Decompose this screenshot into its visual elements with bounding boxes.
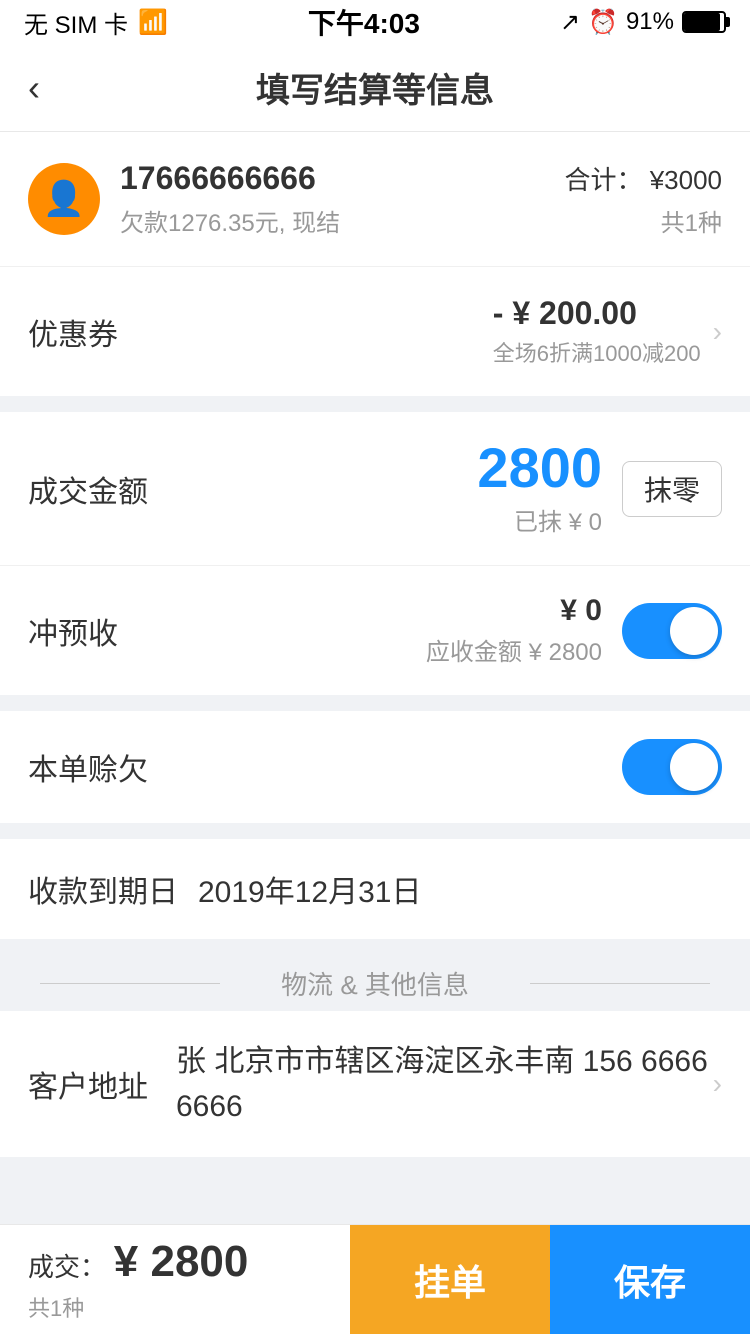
save-button[interactable]: 保存 [550, 1225, 750, 1334]
amount-info: 2800 已抹 ¥ 0 [477, 440, 602, 537]
advance-sub: 应收金额 ¥ 2800 [426, 632, 602, 667]
clock-icon: ⏰ [588, 8, 618, 37]
battery-icon [682, 11, 726, 33]
customer-card: 👤 17666666666 欠款1276.35元, 现结 合计： ¥3000 共… [0, 132, 750, 396]
total-count: 共1种 [564, 203, 722, 238]
advance-row: 冲预收 ¥ 0 应收金额 ¥ 2800 [0, 566, 750, 695]
main-content: 👤 17666666666 欠款1276.35元, 现结 合计： ¥3000 共… [0, 132, 750, 1293]
advance-right: ¥ 0 应收金额 ¥ 2800 [426, 594, 722, 667]
customer-phone: 17666666666 [120, 160, 340, 197]
due-date-value: 2019年12月31日 [198, 867, 421, 911]
amount-value: 2800 [477, 440, 602, 496]
status-time: 下午4:03 [308, 2, 420, 42]
total-amount: ¥3000 [650, 165, 722, 195]
coupon-row[interactable]: 优惠券 - ¥ 200.00 全场6折满1000减200 › [0, 266, 750, 396]
advance-label: 冲预收 [28, 609, 118, 653]
debt-label: 本单赊欠 [28, 745, 148, 789]
address-arrow-icon: › [713, 1068, 722, 1100]
coupon-amount: - ¥ 200.00 [493, 295, 701, 332]
address-label: 客户地址 [28, 1062, 148, 1106]
bottom-bar: 成交： ¥ 2800 共1种 挂单 保存 [0, 1224, 750, 1334]
avatar: 👤 [28, 163, 100, 235]
amount-right: 2800 已抹 ¥ 0 抹零 [477, 440, 722, 537]
amount-sub: 已抹 ¥ 0 [477, 502, 602, 537]
coupon-right: - ¥ 200.00 全场6折满1000减200 › [493, 295, 722, 368]
advance-value: ¥ 0 [426, 594, 602, 628]
due-date-label: 收款到期日 [28, 867, 178, 911]
advance-toggle[interactable] [622, 603, 722, 659]
bottom-deal-row: 成交： ¥ 2800 [28, 1237, 322, 1287]
coupon-arrow-icon: › [713, 316, 722, 348]
wifi-icon: 📶 [138, 8, 168, 37]
bottom-summary: 成交： ¥ 2800 共1种 [0, 1237, 350, 1323]
address-text: 张 北京市市辖区海淀区永丰南 156 6666 6666 [176, 1039, 713, 1129]
no-sim-text: 无 SIM 卡 [24, 5, 128, 40]
total-label: 合计： ¥3000 [564, 160, 722, 197]
logistics-text: 物流 & 其他信息 [265, 965, 485, 1002]
bottom-deal-label: 成交： [28, 1252, 106, 1282]
back-button[interactable]: ‹ [28, 67, 40, 109]
customer-subtext: 欠款1276.35元, 现结 [120, 203, 340, 238]
hold-button[interactable]: 挂单 [350, 1225, 550, 1334]
status-right: ↗ ⏰ 91% [560, 8, 726, 37]
customer-details: 17666666666 欠款1276.35元, 现结 [120, 160, 340, 238]
coupon-info: - ¥ 200.00 全场6折满1000减200 [493, 295, 701, 368]
amount-section: 成交金额 2800 已抹 ¥ 0 抹零 冲预收 ¥ 0 应收金额 ¥ 2800 [0, 412, 750, 695]
battery-percent: 91% [626, 8, 674, 36]
round-button[interactable]: 抹零 [622, 461, 722, 517]
address-section[interactable]: 客户地址 张 北京市市辖区海淀区永丰南 156 6666 6666 › [0, 1011, 750, 1157]
bottom-count: 共1种 [28, 1291, 322, 1323]
bottom-amount: ¥ 2800 [114, 1237, 249, 1286]
due-date-section: 收款到期日 2019年12月31日 [0, 839, 750, 939]
debt-section: 本单赊欠 [0, 711, 750, 823]
logistics-divider: 物流 & 其他信息 [0, 955, 750, 1011]
coupon-sub: 全场6折满1000减200 [493, 336, 701, 368]
coupon-label: 优惠券 [28, 310, 118, 354]
debt-toggle[interactable] [622, 739, 722, 795]
location-icon: ↗ [560, 8, 580, 37]
page-title: 填写结算等信息 [256, 63, 494, 112]
customer-info-row: 👤 17666666666 欠款1276.35元, 现结 合计： ¥3000 共… [0, 132, 750, 266]
amount-label: 成交金额 [28, 467, 148, 511]
status-bar: 无 SIM 卡 📶 下午4:03 ↗ ⏰ 91% [0, 0, 750, 44]
avatar-icon: 👤 [43, 179, 85, 219]
advance-amount-info: ¥ 0 应收金额 ¥ 2800 [426, 594, 602, 667]
status-left: 无 SIM 卡 📶 [24, 5, 168, 40]
amount-row: 成交金额 2800 已抹 ¥ 0 抹零 [0, 412, 750, 566]
nav-bar: ‹ 填写结算等信息 [0, 44, 750, 132]
customer-total: 合计： ¥3000 共1种 [564, 160, 722, 238]
customer-left: 👤 17666666666 欠款1276.35元, 现结 [28, 160, 340, 238]
